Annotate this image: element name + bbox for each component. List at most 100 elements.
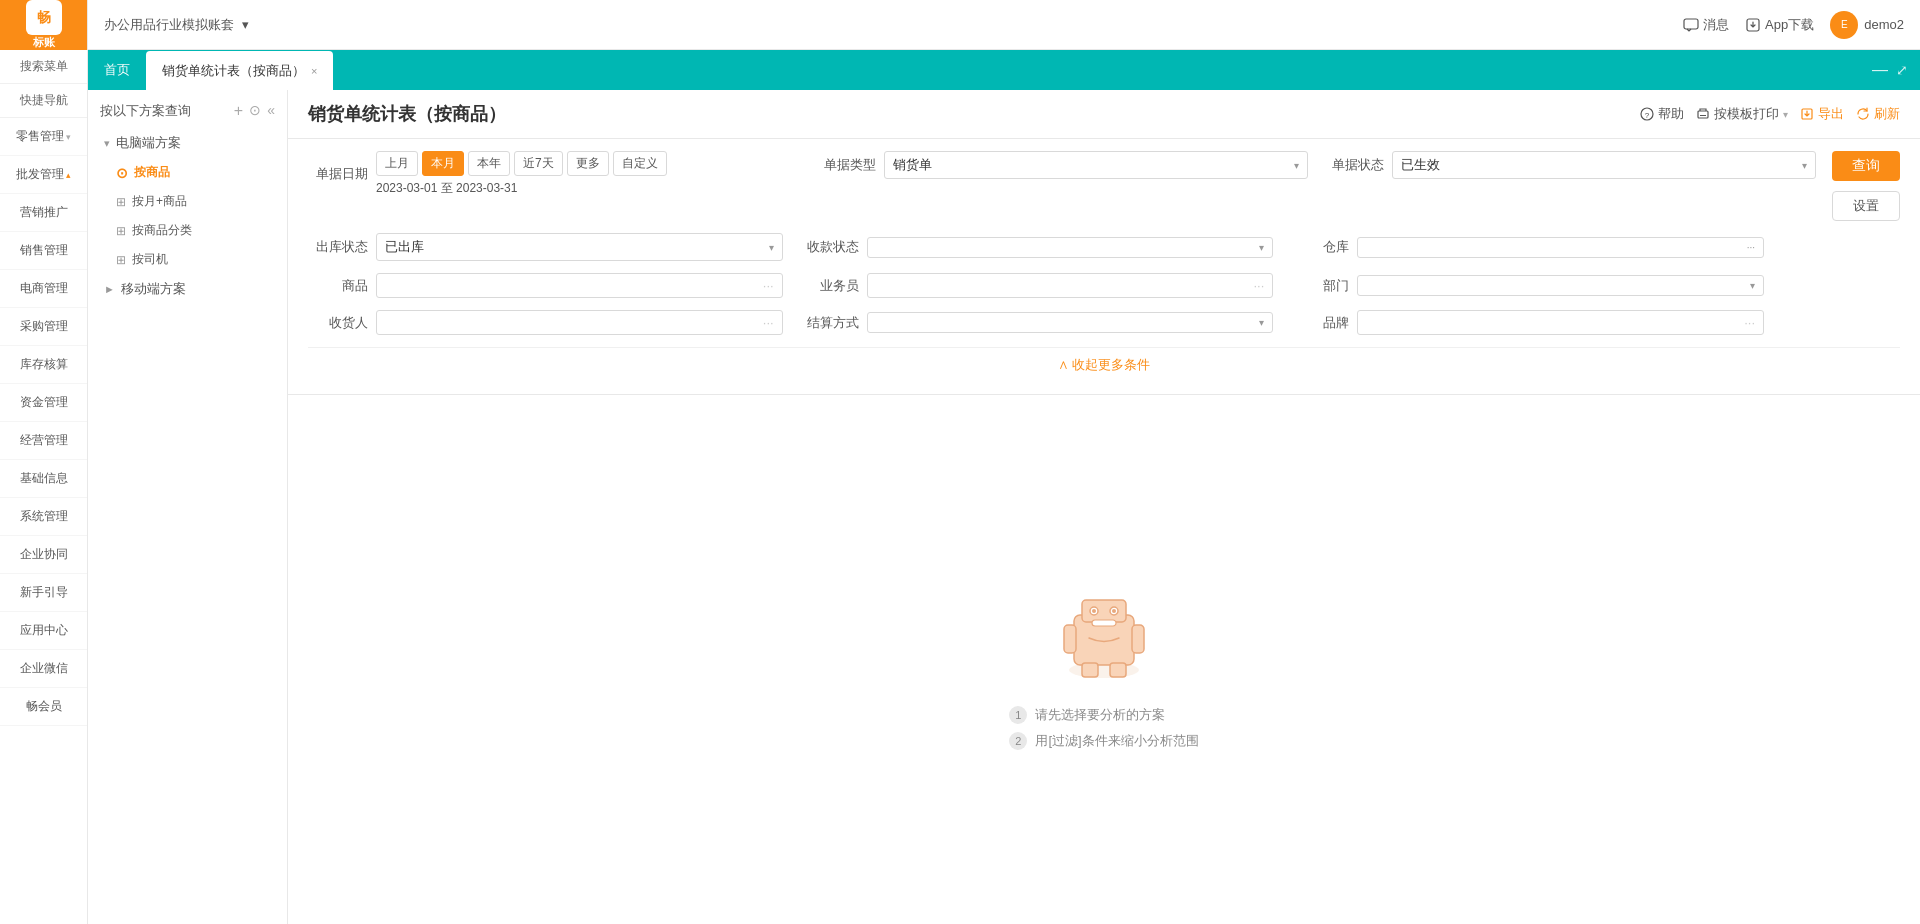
doc-type-field: 单据类型 销货单 ▾ [816,151,1308,179]
collapse-filter-btn[interactable]: ∧ 收起更多条件 [308,347,1900,382]
brand-field: 品牌 ··· [1289,310,1764,335]
sidebar-item-ecommerce[interactable]: 电商管理 [0,270,87,308]
sidebar-quick-nav[interactable]: 快捷导航 [0,84,87,118]
quick-nav-label[interactable]: 快捷导航 [20,93,68,107]
help-btn[interactable]: ? 帮助 [1640,105,1684,123]
receipt-status-select[interactable]: ▾ [867,237,1274,258]
brand-input[interactable]: ··· [1357,310,1764,335]
sidebar-item-wechat[interactable]: 企业微信 [0,650,87,688]
brand-dots-icon: ··· [1744,315,1755,330]
goods-dots-icon: ··· [763,278,774,293]
goods-input[interactable]: ··· [376,273,783,298]
expand-group-icon: ▾ [104,137,110,150]
content-area: 按以下方案查询 + ⊙ « ▾ 电脑端方案 ⊙ 按商品 ⊞ 按月+商品 [88,90,1920,924]
doc-type-select[interactable]: 销货单 ▾ [884,151,1308,179]
help-label: 帮助 [1658,105,1684,123]
payment-arrow-icon: ▾ [1259,317,1264,328]
tab-active[interactable]: 销货单统计表（按商品） × [146,51,333,91]
sidebar-item-apps[interactable]: 应用中心 [0,612,87,650]
tree-item-by-driver[interactable]: ⊞ 按司机 [108,245,287,274]
help-icon: ? [1640,107,1654,121]
sidebar-item-basic[interactable]: 基础信息 [0,460,87,498]
svg-text:?: ? [1645,111,1650,120]
tree-item-by-goods[interactable]: ⊙ 按商品 [108,158,287,187]
tab-home[interactable]: 首页 [88,50,146,90]
receipt-status-field: 收款状态 ▾ [799,237,1274,258]
sidebar-item-finance[interactable]: 资金管理 [0,384,87,422]
date-range-display: 2023-03-01 至 2023-03-31 [376,180,667,197]
page-title: 销货单统计表（按商品） [308,102,506,138]
refresh-btn[interactable]: 刷新 [1856,105,1900,123]
add-scheme-btn[interactable]: + [234,102,243,120]
doc-type-label: 单据类型 [816,156,876,174]
date-btn-last-month[interactable]: 上月 [376,151,418,176]
tree-group-mobile[interactable]: ► 移动端方案 [88,274,287,304]
header-left: 办公用品行业模拟账套 ▾ [104,16,249,34]
svg-point-12 [1092,609,1096,613]
staff-input[interactable]: ··· [867,273,1274,298]
avatar: E [1830,11,1858,39]
doc-status-arrow-icon: ▾ [1802,160,1807,171]
date-btn-7days[interactable]: 近7天 [514,151,563,176]
payment-field: 结算方式 ▾ [799,312,1274,333]
settings-scheme-btn[interactable]: ⊙ [249,102,261,120]
tip-2-text: 用[过滤]条件来缩小分析范围 [1035,732,1198,750]
page-actions: ? 帮助 按模板打印 ▾ 导出 刷新 [1640,105,1900,135]
maximize-icon[interactable]: ⤢ [1896,62,1908,78]
receipt-status-arrow-icon: ▾ [1259,242,1264,253]
date-btn-this-year[interactable]: 本年 [468,151,510,176]
setting-button[interactable]: 设置 [1832,191,1900,221]
sales-label: 销售管理 [20,243,68,257]
date-btn-custom[interactable]: 自定义 [613,151,667,176]
wholesale-arrow-icon: ▴ [66,170,71,180]
payment-select[interactable]: ▾ [867,312,1274,333]
date-btn-this-month[interactable]: 本月 [422,151,464,176]
purchase-label: 采购管理 [20,319,68,333]
sidebar-item-guide[interactable]: 新手引导 [0,574,87,612]
query-button[interactable]: 查询 [1832,151,1900,181]
tree-group-pc[interactable]: ▾ 电脑端方案 [88,128,287,158]
date-btn-more[interactable]: 更多 [567,151,609,176]
marketing-label: 营销推广 [20,205,68,219]
tree-item-by-category[interactable]: ⊞ 按商品分类 [108,216,287,245]
industry-dropdown-icon[interactable]: ▾ [242,17,249,32]
sidebar-item-operations[interactable]: 经营管理 [0,422,87,460]
inventory-label: 库存核算 [20,357,68,371]
doc-status-select[interactable]: 已生效 ▾ [1392,151,1816,179]
collapse-panel-btn[interactable]: « [267,102,275,120]
tabs-bar-right: — ⤢ [1872,61,1920,79]
filter-area: 单据日期 上月 本月 本年 近7天 更多 自定义 2023-03-01 至 20… [288,139,1920,395]
user-profile[interactable]: E demo2 [1830,11,1904,39]
tab-close-btn[interactable]: × [311,65,317,77]
warehouse-select[interactable]: ··· [1357,237,1764,258]
sidebar-item-marketing[interactable]: 营销推广 [0,194,87,232]
print-btn[interactable]: 按模板打印 ▾ [1696,105,1788,123]
sidebar-item-system[interactable]: 系统管理 [0,498,87,536]
search-label[interactable]: 搜索菜单 [20,59,68,73]
empty-tip-1: 1 请先选择要分析的方案 [1009,706,1198,724]
tab-active-label: 销货单统计表（按商品） [162,62,305,80]
app-download-btn[interactable]: App下载 [1745,16,1814,34]
out-status-select[interactable]: 已出库 ▾ [376,233,783,261]
receiver-input[interactable]: ··· [376,310,783,335]
sidebar-item-purchase[interactable]: 采购管理 [0,308,87,346]
sidebar-item-enterprise[interactable]: 企业协同 [0,536,87,574]
sidebar-nav: 零售管理 ▾ 批发管理 ▴ 营销推广 销售管理 电商管理 采购管理 库存核算 资… [0,118,87,924]
header-right: 消息 App下载 E demo2 [1683,11,1904,39]
minimize-icon[interactable]: — [1872,61,1888,79]
dept-select[interactable]: ▾ [1357,275,1764,296]
member-label: 畅会员 [26,699,62,713]
message-btn[interactable]: 消息 [1683,16,1729,34]
enterprise-label: 企业协同 [20,547,68,561]
tree-item-by-month-goods[interactable]: ⊞ 按月+商品 [108,187,287,216]
sidebar-item-member[interactable]: 畅会员 [0,688,87,726]
export-btn[interactable]: 导出 [1800,105,1844,123]
sidebar-item-sales[interactable]: 销售管理 [0,232,87,270]
receiver-label: 收货人 [308,314,368,332]
goods-field: 商品 ··· [308,273,783,298]
sidebar-item-inventory[interactable]: 库存核算 [0,346,87,384]
sidebar-item-retail[interactable]: 零售管理 ▾ [0,118,87,156]
sidebar-item-wholesale[interactable]: 批发管理 ▴ [0,156,87,194]
warehouse-label: 仓库 [1289,238,1349,256]
sidebar-search[interactable]: 搜索菜单 [0,50,87,84]
